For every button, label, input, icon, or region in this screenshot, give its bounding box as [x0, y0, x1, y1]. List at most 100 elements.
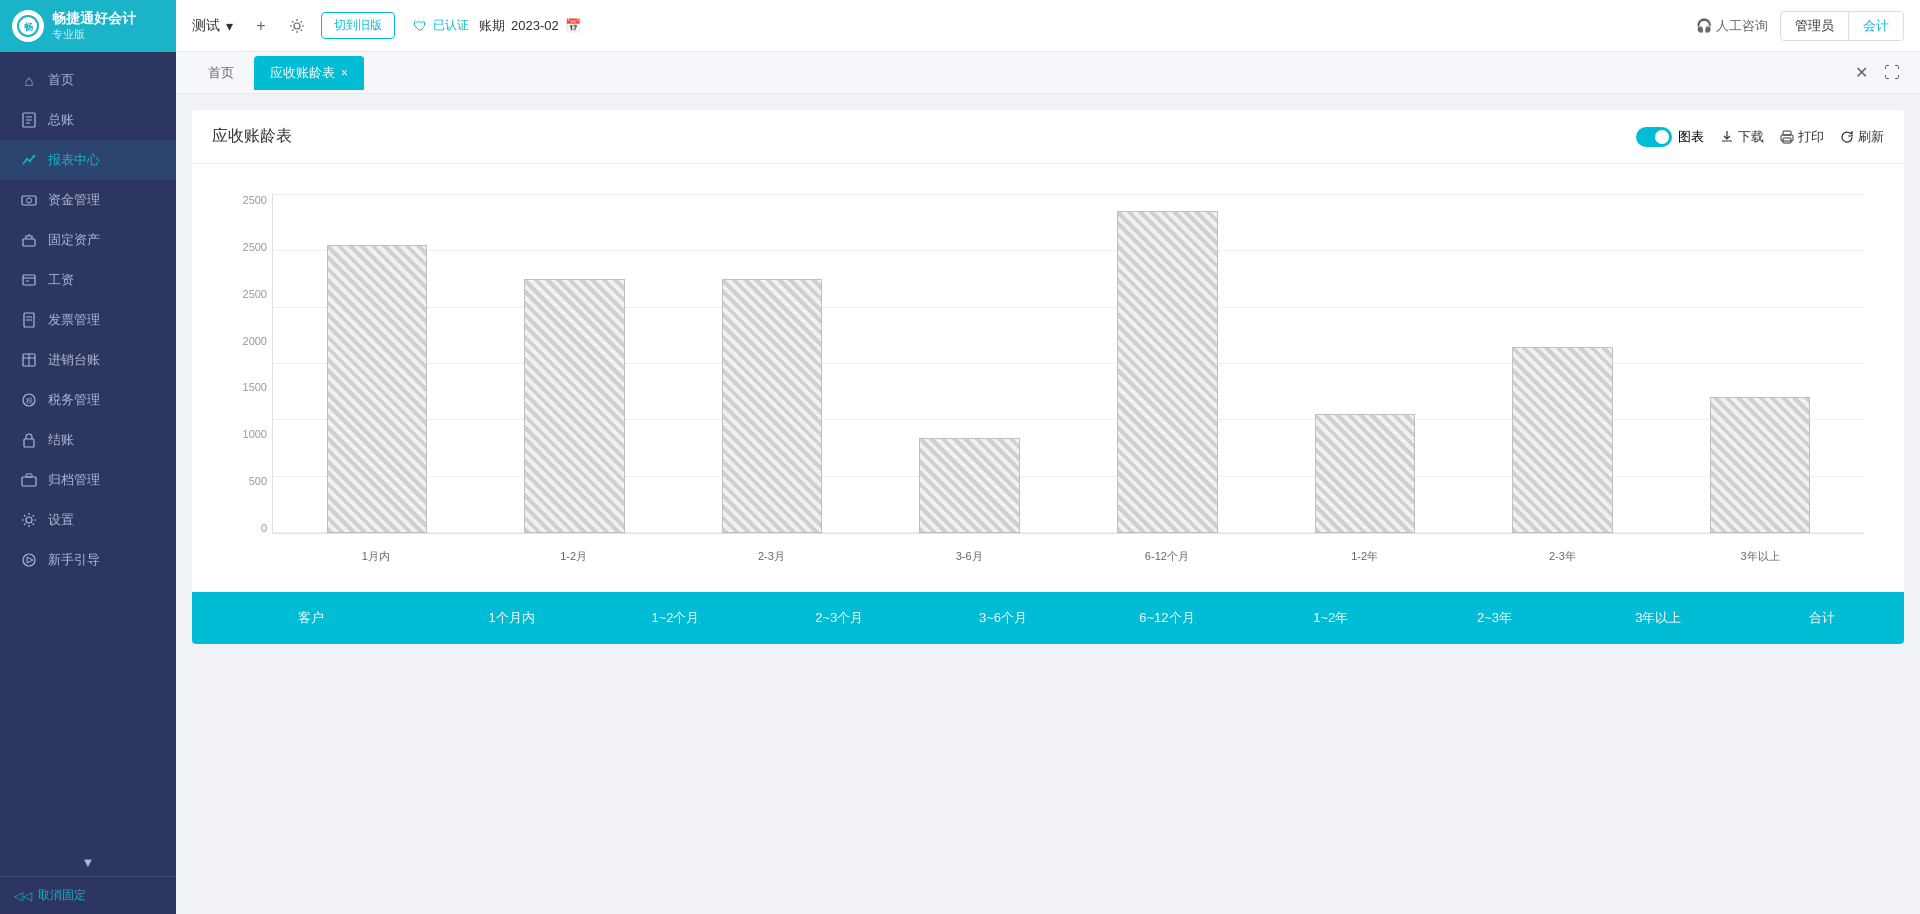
sidebar-unpin-btn[interactable]: ◁◁ 取消固定 — [0, 876, 176, 914]
sidebar-label-ledger: 总账 — [48, 111, 74, 129]
settings-icon — [20, 511, 38, 529]
svg-point-7 — [29, 160, 31, 162]
accountant-btn[interactable]: 会计 — [1849, 11, 1904, 41]
sidebar: 畅 畅捷通好会计 专业版 ⌂ 首页 总账 报表中心 资金管理 — [0, 0, 176, 914]
chart-plot — [272, 194, 1864, 534]
sidebar-item-home[interactable]: ⌂ 首页 — [0, 60, 176, 100]
period-display: 账期 2023-02 📅 — [479, 17, 581, 35]
sidebar-item-ledger[interactable]: 总账 — [0, 100, 176, 140]
bars-container — [273, 194, 1864, 533]
chart-toggle[interactable] — [1636, 127, 1672, 147]
download-btn[interactable]: 下载 — [1720, 128, 1764, 146]
chart-label: 图表 — [1678, 128, 1704, 146]
table-header: 客户 1个月内 1~2个月 2~3个月 3~6个月 6~12个月 1~2年 2~… — [192, 592, 1904, 644]
app-name-text: 畅捷通好会计 专业版 — [52, 10, 136, 42]
svg-text:税: 税 — [26, 397, 33, 404]
bar-2 — [722, 279, 823, 533]
svg-rect-11 — [23, 239, 35, 246]
svg-rect-26 — [26, 474, 32, 477]
tax-icon: 税 — [20, 391, 38, 409]
bar-group-4 — [1084, 194, 1252, 533]
tab-receivable-aging[interactable]: 应收账龄表 × — [254, 56, 364, 90]
project-name: 测试 — [192, 17, 220, 35]
closing-icon — [20, 431, 38, 449]
tab-home[interactable]: 首页 — [192, 56, 250, 90]
svg-rect-31 — [1783, 131, 1791, 135]
sidebar-item-wages[interactable]: 工资 — [0, 260, 176, 300]
archive-icon — [20, 471, 38, 489]
svg-rect-13 — [23, 275, 35, 285]
svg-point-30 — [294, 23, 300, 29]
topbar-actions: + — [247, 12, 311, 40]
svg-rect-9 — [22, 196, 36, 205]
sidebar-item-guide[interactable]: 新手引导 — [0, 540, 176, 580]
report-container: 应收账龄表 图表 下载 打印 — [192, 110, 1904, 644]
ledger-icon — [20, 111, 38, 129]
calendar-icon[interactable]: 📅 — [565, 18, 581, 33]
topbar: 测试 ▾ + 切到旧版 🛡 已认证 账期 2023-02 📅 🎧 人工咨询 管理… — [176, 0, 1920, 52]
bar-4 — [1117, 211, 1218, 533]
expand-btn[interactable]: ⛶ — [1880, 59, 1904, 86]
chart-wrapper: 2500 2500 2500 2000 1500 1000 500 0 — [222, 184, 1874, 574]
bar-1 — [524, 279, 625, 533]
sidebar-item-assets[interactable]: 固定资产 — [0, 220, 176, 260]
chevron-down-icon: ▾ — [226, 18, 233, 34]
sidebar-label-wages: 工资 — [48, 271, 74, 289]
user-btns: 管理员 会计 — [1780, 11, 1904, 41]
switch-old-version-btn[interactable]: 切到旧版 — [321, 12, 395, 39]
topbar-right: 🎧 人工咨询 管理员 会计 — [1696, 11, 1904, 41]
svg-point-8 — [33, 155, 35, 157]
y-axis: 2500 2500 2500 2000 1500 1000 500 0 — [222, 194, 267, 534]
bar-6 — [1512, 347, 1613, 533]
tabs-right-actions: ✕ ⛶ — [1851, 59, 1904, 86]
sidebar-item-invoices[interactable]: 发票管理 — [0, 300, 176, 340]
bar-5 — [1315, 414, 1416, 533]
sidebar-scroll-down[interactable]: ▼ — [0, 849, 176, 876]
project-selector[interactable]: 测试 ▾ — [192, 17, 233, 35]
sidebar-item-settings[interactable]: 设置 — [0, 500, 176, 540]
report-actions: 图表 下载 打印 刷新 — [1636, 127, 1884, 147]
guide-icon — [20, 551, 38, 569]
report-header: 应收账龄表 图表 下载 打印 — [192, 110, 1904, 164]
reports-icon — [20, 151, 38, 169]
pin-icon: ◁◁ — [14, 889, 32, 903]
sidebar-label-guide: 新手引导 — [48, 551, 100, 569]
sidebar-logo: 畅 畅捷通好会计 专业版 — [0, 0, 176, 52]
th-1month: 1个月内 — [430, 592, 594, 644]
sidebar-label-settings: 设置 — [48, 511, 74, 529]
bar-group-7 — [1676, 194, 1844, 533]
tab-close-btn[interactable]: × — [341, 66, 348, 80]
th-1-2month: 1~2个月 — [594, 592, 758, 644]
settings-btn[interactable] — [283, 12, 311, 40]
bar-0 — [327, 245, 428, 533]
sidebar-label-reports: 报表中心 — [48, 151, 100, 169]
purchase-sales-icon — [20, 351, 38, 369]
chart-area: 2500 2500 2500 2000 1500 1000 500 0 — [192, 164, 1904, 584]
add-btn[interactable]: + — [247, 12, 275, 40]
bar-group-3 — [886, 194, 1054, 533]
svg-text:畅: 畅 — [24, 22, 33, 32]
x-axis-labels: 1月内 1-2月 2-3月 3-6月 6-12个月 1-2年 2-3年 3年以上 — [272, 538, 1864, 574]
customer-service-btn[interactable]: 🎧 人工咨询 — [1696, 17, 1768, 35]
sidebar-item-tax[interactable]: 税 税务管理 — [0, 380, 176, 420]
sidebar-item-funds[interactable]: 资金管理 — [0, 180, 176, 220]
sidebar-item-reports[interactable]: 报表中心 — [0, 140, 176, 180]
print-btn[interactable]: 打印 — [1780, 128, 1824, 146]
bar-group-1 — [491, 194, 659, 533]
svg-rect-24 — [24, 439, 34, 447]
shield-icon: 🛡 — [413, 18, 427, 34]
sidebar-item-archive[interactable]: 归档管理 — [0, 460, 176, 500]
home-icon: ⌂ — [20, 71, 38, 89]
sidebar-label-assets: 固定资产 — [48, 231, 100, 249]
manager-btn[interactable]: 管理员 — [1780, 11, 1849, 41]
svg-point-27 — [26, 517, 32, 523]
bar-group-2 — [688, 194, 856, 533]
close-tab-btn[interactable]: ✕ — [1851, 59, 1872, 86]
th-total: 合计 — [1740, 592, 1904, 644]
refresh-btn[interactable]: 刷新 — [1840, 128, 1884, 146]
sidebar-item-purchase-sales[interactable]: 进销台账 — [0, 340, 176, 380]
sidebar-label-home: 首页 — [48, 71, 74, 89]
sidebar-label-invoices: 发票管理 — [48, 311, 100, 329]
sidebar-item-closing[interactable]: 结账 — [0, 420, 176, 460]
th-1-2year: 1~2年 — [1249, 592, 1413, 644]
